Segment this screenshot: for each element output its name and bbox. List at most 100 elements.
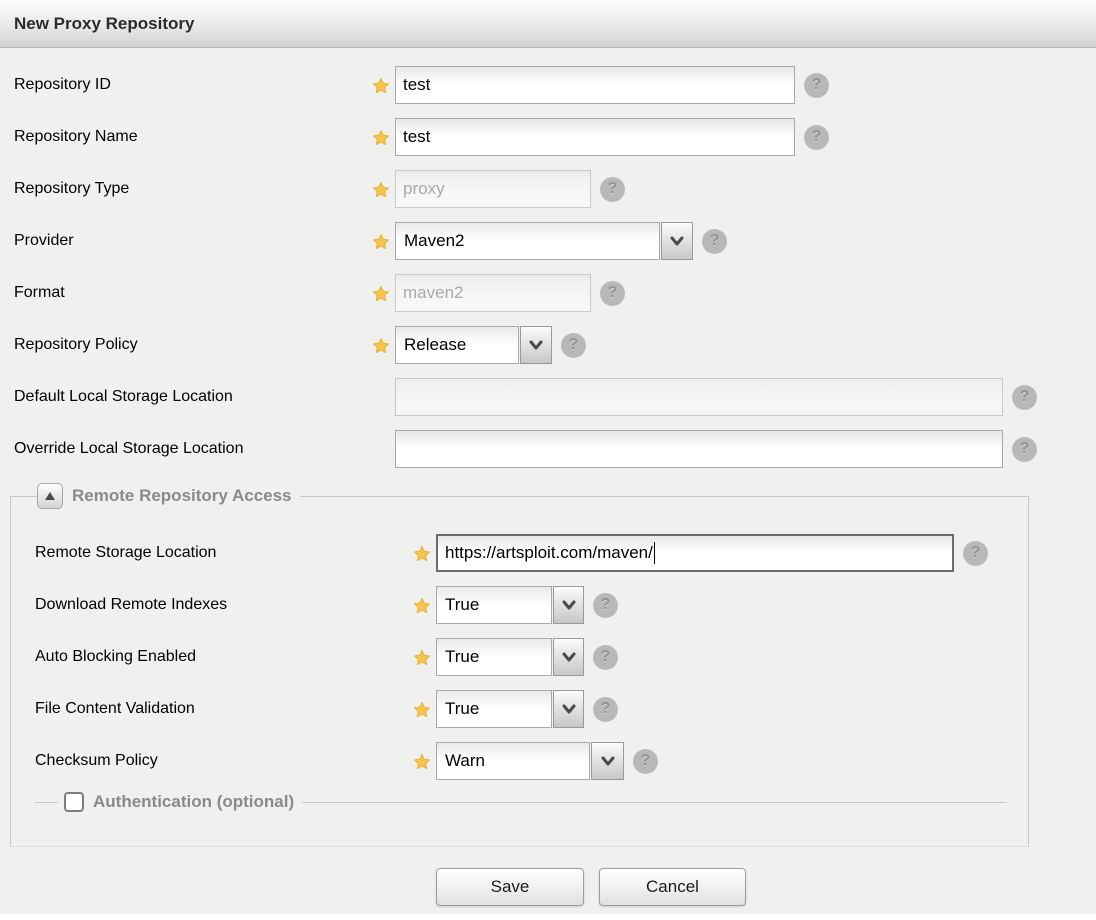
provider-dropdown-button[interactable]	[661, 222, 693, 260]
help-icon[interactable]: ?	[593, 592, 618, 618]
provider-label: Provider	[14, 232, 74, 249]
help-icon[interactable]: ?	[963, 540, 988, 566]
repository-id-label: Repository ID	[14, 76, 111, 93]
chevron-down-icon	[562, 704, 575, 714]
repository-type-row: Repository Type proxy ?	[0, 163, 1096, 215]
repository-name-label: Repository Name	[14, 128, 138, 145]
repository-name-row: Repository Name ?	[0, 111, 1096, 163]
help-icon[interactable]: ?	[561, 332, 586, 358]
provider-row: Provider Maven2 ?	[0, 215, 1096, 267]
download-remote-indexes-row: Download Remote Indexes True ?	[11, 579, 1028, 631]
override-local-storage-input[interactable]	[395, 430, 1003, 468]
help-icon[interactable]: ?	[593, 644, 618, 670]
required-star-icon	[408, 545, 436, 561]
remote-storage-location-input[interactable]: https://artsploit.com/maven/	[436, 534, 954, 572]
remote-storage-location-value: https://artsploit.com/maven/	[445, 543, 653, 562]
fieldset-title: Remote Repository Access	[72, 486, 292, 505]
page-title: New Proxy Repository	[14, 13, 195, 33]
repository-name-input[interactable]	[395, 118, 795, 156]
triangle-up-icon	[45, 492, 55, 500]
checksum-policy-select[interactable]: Warn	[436, 742, 624, 780]
format-input: maven2	[395, 274, 591, 312]
repository-id-input[interactable]	[395, 66, 795, 104]
save-button[interactable]: Save	[436, 868, 584, 906]
help-icon[interactable]: ?	[702, 228, 727, 254]
chevron-down-icon	[562, 600, 575, 610]
download-remote-indexes-label: Download Remote Indexes	[35, 596, 228, 613]
chevron-down-icon	[670, 236, 684, 246]
auto-blocking-enabled-select[interactable]: True	[436, 638, 584, 676]
required-star-icon	[408, 753, 436, 769]
required-star-icon	[367, 285, 395, 301]
file-content-validation-row: File Content Validation True ?	[11, 683, 1028, 735]
remote-storage-location-row: Remote Storage Location https://artsploi…	[11, 527, 1028, 579]
format-row: Format maven2 ?	[0, 267, 1096, 319]
remote-repository-access-legend: Remote Repository Access	[11, 483, 1028, 509]
chevron-down-icon	[529, 340, 543, 350]
default-local-storage-row: Default Local Storage Location ?	[0, 371, 1096, 423]
repository-policy-label: Repository Policy	[14, 336, 138, 353]
remote-repository-access-fieldset: Remote Repository Access Remote Storage …	[10, 483, 1029, 847]
auto-blocking-enabled-label: Auto Blocking Enabled	[35, 648, 196, 665]
download-remote-indexes-select[interactable]: True	[436, 586, 584, 624]
help-icon[interactable]: ?	[600, 176, 625, 202]
checksum-policy-selected-value[interactable]: Warn	[436, 742, 590, 780]
auto-blocking-enabled-selected-value[interactable]: True	[436, 638, 552, 676]
required-star-icon	[367, 337, 395, 353]
auto-blocking-enabled-row: Auto Blocking Enabled True ?	[11, 631, 1028, 683]
file-content-validation-selected-value[interactable]: True	[436, 690, 552, 728]
button-bar: Save Cancel	[0, 847, 1096, 914]
remote-storage-location-label: Remote Storage Location	[35, 544, 217, 561]
repository-id-row: Repository ID ?	[0, 59, 1096, 111]
repository-policy-row: Repository Policy Release ?	[0, 319, 1096, 371]
auto-blocking-enabled-dropdown-button[interactable]	[553, 638, 584, 676]
format-label: Format	[14, 284, 65, 301]
checksum-policy-row: Checksum Policy Warn ?	[11, 735, 1028, 787]
bottom-strip	[0, 914, 1096, 920]
help-icon[interactable]: ?	[804, 124, 829, 150]
required-star-icon	[408, 701, 436, 717]
download-remote-indexes-selected-value[interactable]: True	[436, 586, 552, 624]
repository-policy-selected-value[interactable]: Release	[395, 326, 519, 364]
help-icon[interactable]: ?	[1012, 384, 1037, 410]
repository-type-value: proxy	[403, 179, 445, 198]
required-star-icon	[367, 77, 395, 93]
help-icon[interactable]: ?	[593, 696, 618, 722]
repository-policy-select[interactable]: Release	[395, 326, 552, 364]
required-star-icon	[367, 181, 395, 197]
collapse-fieldset-button[interactable]	[37, 483, 63, 509]
panel-header: New Proxy Repository	[0, 0, 1096, 48]
help-icon[interactable]: ?	[804, 72, 829, 98]
help-icon[interactable]: ?	[633, 748, 658, 774]
file-content-validation-dropdown-button[interactable]	[553, 690, 584, 728]
override-local-storage-row: Override Local Storage Location ?	[0, 423, 1096, 475]
required-star-icon	[367, 233, 395, 249]
override-local-storage-label: Override Local Storage Location	[14, 440, 244, 457]
file-content-validation-select[interactable]: True	[436, 690, 584, 728]
download-remote-indexes-dropdown-button[interactable]	[553, 586, 584, 624]
new-proxy-repository-panel: New Proxy Repository Repository ID ? Rep…	[0, 0, 1096, 920]
help-icon[interactable]: ?	[600, 280, 625, 306]
authentication-legend: Authentication (optional)	[11, 787, 1028, 817]
repository-policy-dropdown-button[interactable]	[520, 326, 552, 364]
help-icon[interactable]: ?	[1012, 436, 1037, 462]
form-body: Repository ID ? Repository Name ? Reposi…	[0, 48, 1096, 847]
provider-selected-value[interactable]: Maven2	[395, 222, 660, 260]
text-cursor	[653, 542, 655, 564]
checksum-policy-label: Checksum Policy	[35, 752, 158, 769]
default-local-storage-label: Default Local Storage Location	[14, 388, 233, 405]
required-star-icon	[408, 597, 436, 613]
format-value: maven2	[403, 283, 464, 302]
required-star-icon	[367, 129, 395, 145]
checksum-policy-dropdown-button[interactable]	[591, 742, 624, 780]
chevron-down-icon	[601, 756, 614, 766]
cancel-button[interactable]: Cancel	[599, 868, 746, 906]
default-local-storage-input	[395, 378, 1003, 416]
authentication-checkbox[interactable]	[64, 792, 84, 812]
repository-type-label: Repository Type	[14, 180, 130, 197]
authentication-title: Authentication (optional)	[93, 792, 295, 811]
provider-select[interactable]: Maven2	[395, 222, 693, 260]
required-star-icon	[408, 649, 436, 665]
file-content-validation-label: File Content Validation	[35, 700, 195, 717]
repository-type-input: proxy	[395, 170, 591, 208]
